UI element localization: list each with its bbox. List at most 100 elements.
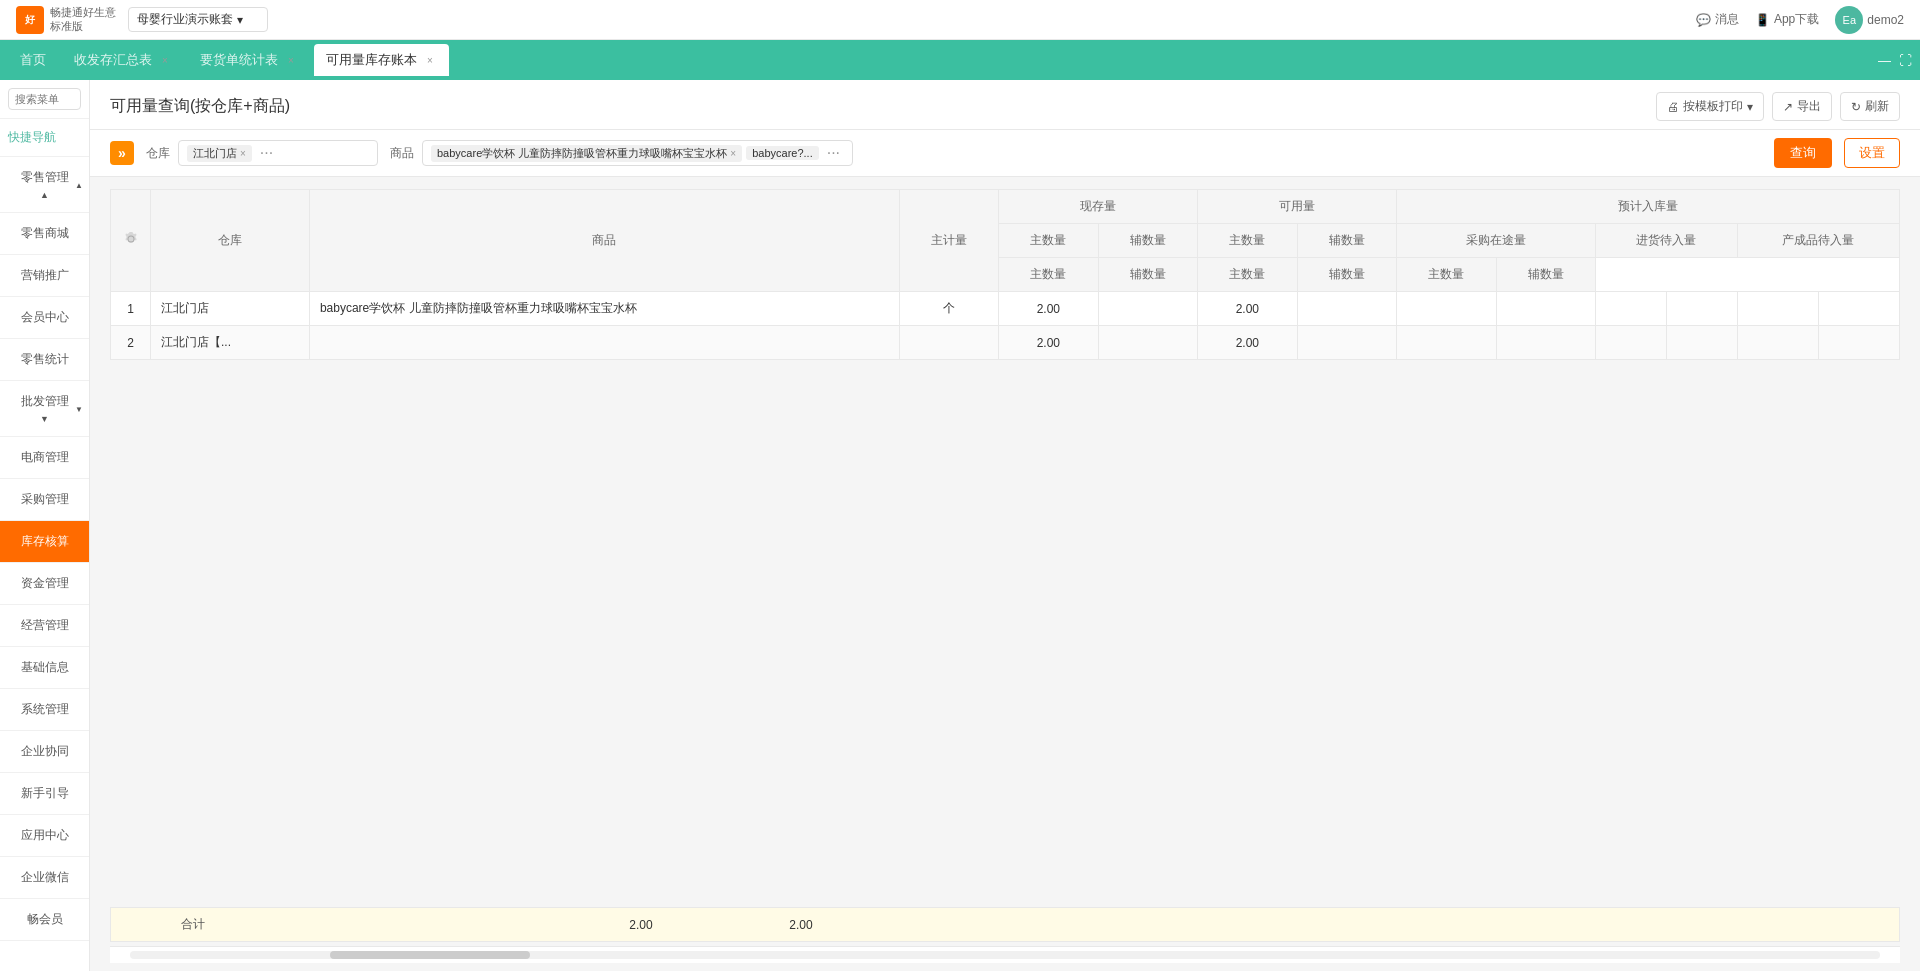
sidebar-item-member[interactable]: 会员中心 <box>0 297 89 339</box>
footer-available-main: 2.00 <box>761 918 841 932</box>
warehouse-more-icon[interactable]: ··· <box>256 144 277 162</box>
cell-unit-1: 个 <box>899 292 999 326</box>
cell-current-main-2: 2.00 <box>999 326 1099 360</box>
sidebar-item-enterprise-wx[interactable]: 企业微信 <box>0 857 89 899</box>
tab-available[interactable]: 可用量库存账本 × <box>314 44 449 76</box>
gear-icon[interactable] <box>123 231 139 247</box>
app-download-button[interactable]: 📱 App下载 <box>1755 11 1819 28</box>
logo-icon: 好 <box>16 6 44 34</box>
export-icon: ↗ <box>1783 100 1793 114</box>
cell-incoming-pending-aux-1 <box>1666 292 1737 326</box>
content-area: 可用量查询(按仓库+商品) 🖨 按模板打印 ▾ ↗ 导出 ↻ 刷新 <box>90 80 1920 971</box>
filter-toggle-button[interactable]: » <box>110 141 134 165</box>
goods-tag1-close[interactable]: × <box>730 148 736 159</box>
user-profile[interactable]: Ea demo2 <box>1835 6 1904 34</box>
sidebar-item-vip-member[interactable]: 畅会员 <box>0 899 89 941</box>
sidebar-item-enterprise[interactable]: 企业协同 <box>0 731 89 773</box>
th-incoming-pending: 进货待入量 <box>1596 224 1737 258</box>
tab-actions: — ⛶ <box>1878 53 1912 68</box>
cell-warehouse-2: 江北门店【... <box>151 326 310 360</box>
print-template-button[interactable]: 🖨 按模板打印 ▾ <box>1656 92 1764 121</box>
chevron-down-icon: ▾ <box>237 13 243 27</box>
sidebar-item-newbie[interactable]: 新手引导 <box>0 773 89 815</box>
cell-purchase-transit-aux-2 <box>1496 326 1596 360</box>
table-footer: 合计 2.00 2.00 <box>110 907 1900 942</box>
cell-product-pending-main-1 <box>1737 292 1818 326</box>
goods-tag-2: babycare?... <box>746 146 819 160</box>
cell-purchase-transit-aux-1 <box>1496 292 1596 326</box>
sidebar-item-operation[interactable]: 经营管理 <box>0 605 89 647</box>
cell-goods-2 <box>309 326 899 360</box>
cell-current-main-1: 2.00 <box>999 292 1099 326</box>
scroll-thumb[interactable] <box>330 951 530 959</box>
cell-no-2: 2 <box>111 326 151 360</box>
sidebar-item-finance[interactable]: 资金管理 <box>0 563 89 605</box>
industry-selector[interactable]: 母婴行业演示账套 ▾ <box>128 7 268 32</box>
page-title: 可用量查询(按仓库+商品) <box>110 96 290 117</box>
shortcut-nav[interactable]: 快捷导航 <box>0 119 89 157</box>
cell-product-pending-aux-1 <box>1818 292 1899 326</box>
warehouse-input[interactable]: 江北门店 × ··· <box>178 140 378 166</box>
message-button[interactable]: 💬 消息 <box>1696 11 1739 28</box>
minimize-icon[interactable]: — <box>1878 53 1891 68</box>
export-button[interactable]: ↗ 导出 <box>1772 92 1832 121</box>
logo-text: 畅捷通好生意 标准版 <box>50 6 116 32</box>
tab-collect[interactable]: 收发存汇总表 × <box>62 44 184 76</box>
query-button[interactable]: 查询 <box>1774 138 1832 168</box>
top-bar: 好 畅捷通好生意 标准版 母婴行业演示账套 ▾ 💬 消息 📱 App下载 Ea … <box>0 0 1920 40</box>
refresh-button[interactable]: ↻ 刷新 <box>1840 92 1900 121</box>
th-goods: 商品 <box>309 190 899 292</box>
setting-button[interactable]: 设置 <box>1844 138 1900 168</box>
tab-close-order[interactable]: × <box>284 53 298 67</box>
th-available-aux: 辅数量 <box>1297 224 1397 258</box>
th-settings <box>111 190 151 292</box>
goods-label: 商品 <box>390 145 414 162</box>
tab-close-available[interactable]: × <box>423 53 437 67</box>
th-current-aux: 辅数量 <box>1098 224 1198 258</box>
cell-goods-1: babycare学饮杯 儿童防摔防撞吸管杯重力球吸嘴杯宝宝水杯 <box>309 292 899 326</box>
footer-label: 合计 <box>121 916 601 933</box>
sidebar-item-wholesale-mgmt[interactable]: 批发管理 ▼ <box>0 381 89 437</box>
sidebar-item-purchase[interactable]: 采购管理 <box>0 479 89 521</box>
cell-purchase-transit-main-2 <box>1397 326 1497 360</box>
page-actions: 🖨 按模板打印 ▾ ↗ 导出 ↻ 刷新 <box>1656 92 1900 121</box>
cell-product-pending-main-2 <box>1737 326 1818 360</box>
top-bar-right: 💬 消息 📱 App下载 Ea demo2 <box>1696 6 1904 34</box>
sidebar-item-marketing[interactable]: 营销推广 <box>0 255 89 297</box>
table-row: 2 江北门店【... 2.00 2.00 <box>111 326 1900 360</box>
goods-tag-1: babycare学饮杯 儿童防摔防撞吸管杯重力球吸嘴杯宝宝水杯 × <box>431 145 742 162</box>
tab-close-collect[interactable]: × <box>158 53 172 67</box>
table-container: 仓库 商品 主计量 现存量 可用量 <box>90 177 1920 907</box>
cell-product-pending-aux-2 <box>1818 326 1899 360</box>
maximize-icon[interactable]: ⛶ <box>1899 53 1912 68</box>
sidebar-item-system[interactable]: 系统管理 <box>0 689 89 731</box>
th-warehouse: 仓库 <box>151 190 310 292</box>
scroll-track <box>130 951 1880 959</box>
cell-available-aux-1 <box>1297 292 1397 326</box>
avatar: Ea <box>1835 6 1863 34</box>
cell-incoming-pending-main-2 <box>1596 326 1667 360</box>
sidebar-item-retail-stats[interactable]: 零售统计 <box>0 339 89 381</box>
filter-bar: » 仓库 江北门店 × ··· 商品 babycare学饮杯 儿童防摔防撞吸管杯… <box>90 130 1920 177</box>
th-product-pending: 产成品待入量 <box>1737 224 1899 258</box>
goods-input[interactable]: babycare学饮杯 儿童防摔防撞吸管杯重力球吸嘴杯宝宝水杯 × babyca… <box>422 140 853 166</box>
th-product-pending-main: 主数量 <box>1397 258 1497 292</box>
cell-available-main-2: 2.00 <box>1198 326 1298 360</box>
table-row: 1 江北门店 babycare学饮杯 儿童防摔防撞吸管杯重力球吸嘴杯宝宝水杯 个… <box>111 292 1900 326</box>
sidebar-item-inventory[interactable]: 库存核算 <box>0 521 89 563</box>
warehouse-label: 仓库 <box>146 145 170 162</box>
sidebar-item-basic[interactable]: 基础信息 <box>0 647 89 689</box>
tab-home[interactable]: 首页 <box>8 44 58 76</box>
warehouse-filter-group: 仓库 江北门店 × ··· <box>146 140 378 166</box>
scroll-bar-wrap <box>110 946 1900 963</box>
warehouse-tag-close[interactable]: × <box>240 148 246 159</box>
sidebar-item-app-center[interactable]: 应用中心 <box>0 815 89 857</box>
goods-more-icon[interactable]: ··· <box>823 144 844 162</box>
th-incoming-pending-aux: 辅数量 <box>1297 258 1397 292</box>
cell-incoming-pending-aux-2 <box>1666 326 1737 360</box>
tab-order[interactable]: 要货单统计表 × <box>188 44 310 76</box>
sidebar-item-retail-mall[interactable]: 零售商城 <box>0 213 89 255</box>
sidebar-item-ecommerce[interactable]: 电商管理 <box>0 437 89 479</box>
search-input[interactable] <box>8 88 81 110</box>
sidebar-item-retail-mgmt[interactable]: 零售管理 ▲ <box>0 157 89 213</box>
